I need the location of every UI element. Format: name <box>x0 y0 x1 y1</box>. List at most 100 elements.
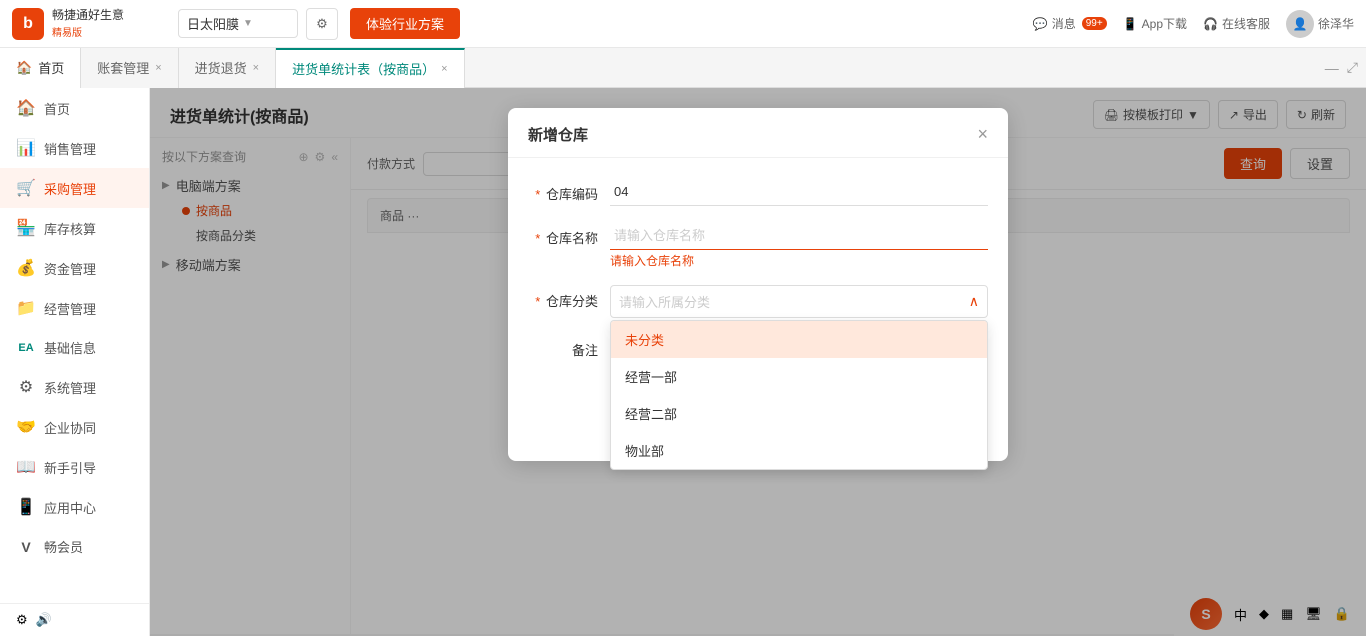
tab-stats-close-icon[interactable]: × <box>441 63 447 75</box>
sidebar-item-purchase[interactable]: 🛒 采购管理 <box>0 168 149 208</box>
headset-icon: 🎧 <box>1203 17 1218 31</box>
tab-account-label: 账套管理 <box>97 58 149 77</box>
volume-icon[interactable]: 🔊 <box>36 612 52 628</box>
sidebar-apps-label: 应用中心 <box>44 498 96 517</box>
sidebar-purchase-label: 采购管理 <box>44 179 96 198</box>
user-profile[interactable]: 👤 徐泽华 <box>1286 10 1354 38</box>
main-layout: 🏠 首页 📊 销售管理 🛒 采购管理 🏪 库存核算 💰 资金管理 📁 经营管理 … <box>0 88 1366 636</box>
sidebar-guide-label: 新手引导 <box>44 458 96 477</box>
tab-stats[interactable]: 进货单统计表（按商品） × <box>276 48 464 88</box>
app-download-button[interactable]: 📱 App下载 <box>1123 15 1187 32</box>
name-field: 请输入仓库名称 <box>610 222 988 269</box>
purchase-icon: 🛒 <box>16 178 36 198</box>
code-input[interactable] <box>610 178 988 206</box>
category-field[interactable]: 请输入所属分类 ∧ 未分类 经营一部 经营二部 物业部 <box>610 285 988 318</box>
dropdown-item-dept2[interactable]: 经营二部 <box>611 395 987 432</box>
name-error-msg: 请输入仓库名称 <box>610 252 988 269</box>
sidebar-item-sales[interactable]: 📊 销售管理 <box>0 128 149 168</box>
sidebar-finance-label: 资金管理 <box>44 259 96 278</box>
cooperation-icon: 🤝 <box>16 417 36 437</box>
store-arrow-icon: ▼ <box>243 18 253 29</box>
home-icon: 🏠 <box>16 60 32 76</box>
member-icon: V <box>16 539 36 555</box>
sales-icon: 📊 <box>16 138 36 158</box>
sidebar-operation-label: 经营管理 <box>44 299 96 318</box>
minimize-icon[interactable]: — <box>1325 60 1339 76</box>
tab-bar-controls: — ⤢ <box>1325 59 1366 76</box>
sidebar-inventory-label: 库存核算 <box>44 219 96 238</box>
home-sidebar-icon: 🏠 <box>16 98 36 118</box>
operation-icon: 📁 <box>16 298 36 318</box>
sidebar-item-operation[interactable]: 📁 经营管理 <box>0 288 149 328</box>
sidebar-item-member[interactable]: V 畅会员 <box>0 527 149 566</box>
message-label: 消息 <box>1052 15 1076 32</box>
tab-account-close-icon[interactable]: × <box>155 62 161 74</box>
dropdown-item-unclassified[interactable]: 未分类 <box>611 321 987 358</box>
store-name: 日太阳膜 <box>187 14 239 33</box>
system-icon: ⚙ <box>16 377 36 397</box>
modal-overlay: 新增仓库 × * 仓库编码 <box>150 88 1366 636</box>
apps-icon: 📱 <box>16 497 36 517</box>
modal-close-button[interactable]: × <box>977 124 988 145</box>
logo-version: 精易版 <box>52 24 124 39</box>
message-icon: 💬 <box>1033 17 1048 31</box>
name-label: * 仓库名称 <box>528 222 598 247</box>
user-name: 徐泽华 <box>1318 15 1354 32</box>
service-label: 在线客服 <box>1222 15 1270 32</box>
finance-icon: 💰 <box>16 258 36 278</box>
store-selector[interactable]: 日太阳膜 ▼ <box>178 9 298 38</box>
name-field-row: * 仓库名称 请输入仓库名称 <box>528 222 988 269</box>
logo-area: b 畅捷通好生意 精易版 <box>12 8 162 40</box>
content-area: 进货单统计(按商品) 🖨 按模板打印 ▼ ↗ 导出 ↻ 刷新 <box>150 88 1366 636</box>
dropdown-item-dept3[interactable]: 物业部 <box>611 432 987 469</box>
gear-icon: ⚙ <box>316 16 328 32</box>
app-label: App下载 <box>1142 15 1187 32</box>
message-button[interactable]: 💬 消息 99+ <box>1033 15 1107 32</box>
code-label: * 仓库编码 <box>528 178 598 203</box>
sidebar-item-inventory[interactable]: 🏪 库存核算 <box>0 208 149 248</box>
sidebar-cooperation-label: 企业协同 <box>44 418 96 437</box>
top-right-area: 💬 消息 99+ 📱 App下载 🎧 在线客服 👤 徐泽华 <box>1033 10 1354 38</box>
logo-name: 畅捷通好生意 <box>52 8 124 24</box>
settings-bottom-icon[interactable]: ⚙ <box>16 612 28 628</box>
sidebar-item-basic[interactable]: EA 基础信息 <box>0 328 149 367</box>
sidebar-item-apps[interactable]: 📱 应用中心 <box>0 487 149 527</box>
modal-body: * 仓库编码 * 仓库名称 <box>508 158 1008 398</box>
trial-button[interactable]: 体验行业方案 <box>350 8 460 39</box>
category-arrow-icon: ∧ <box>969 293 979 310</box>
dropdown-item-dept1[interactable]: 经营一部 <box>611 358 987 395</box>
sidebar-item-guide[interactable]: 📖 新手引导 <box>0 447 149 487</box>
avatar: 👤 <box>1286 10 1314 38</box>
modal-new-warehouse: 新增仓库 × * 仓库编码 <box>508 108 1008 461</box>
sidebar-bottom: ⚙ 🔊 <box>0 603 149 636</box>
tab-account[interactable]: 账套管理 × <box>81 48 178 88</box>
sidebar-item-system[interactable]: ⚙ 系统管理 <box>0 367 149 407</box>
settings-button[interactable]: ⚙ <box>306 8 338 40</box>
sidebar-item-finance[interactable]: 💰 资金管理 <box>0 248 149 288</box>
message-badge: 99+ <box>1082 17 1107 30</box>
tab-purchase-return-label: 进货退货 <box>195 58 247 77</box>
top-bar: b 畅捷通好生意 精易版 日太阳膜 ▼ ⚙ 体验行业方案 💬 消息 99+ 📱 … <box>0 0 1366 48</box>
remark-label: 备注 <box>528 334 598 359</box>
sidebar-system-label: 系统管理 <box>44 378 96 397</box>
sidebar-item-cooperation[interactable]: 🤝 企业协同 <box>0 407 149 447</box>
maximize-icon[interactable]: ⤢ <box>1347 59 1358 76</box>
name-input[interactable] <box>610 222 988 250</box>
category-field-row: * 仓库分类 请输入所属分类 ∧ 未分类 经营一部 <box>528 285 988 318</box>
sidebar-basic-label: 基础信息 <box>44 338 96 357</box>
tab-stats-label: 进货单统计表（按商品） <box>292 59 435 78</box>
sidebar-item-home[interactable]: 🏠 首页 <box>0 88 149 128</box>
basic-icon: EA <box>16 342 36 354</box>
category-selector[interactable]: 请输入所属分类 ∧ <box>610 285 988 318</box>
guide-icon: 📖 <box>16 457 36 477</box>
tab-purchase-return[interactable]: 进货退货 × <box>179 48 276 88</box>
tab-home[interactable]: 🏠 首页 <box>0 48 81 88</box>
modal-header: 新增仓库 × <box>508 108 1008 158</box>
service-button[interactable]: 🎧 在线客服 <box>1203 15 1270 32</box>
logo-icon: b <box>12 8 44 40</box>
sidebar-member-label: 畅会员 <box>44 537 83 556</box>
code-field <box>610 178 988 206</box>
tab-purchase-return-close-icon[interactable]: × <box>253 62 259 74</box>
code-field-row: * 仓库编码 <box>528 178 988 206</box>
sidebar-home-label: 首页 <box>44 99 70 118</box>
